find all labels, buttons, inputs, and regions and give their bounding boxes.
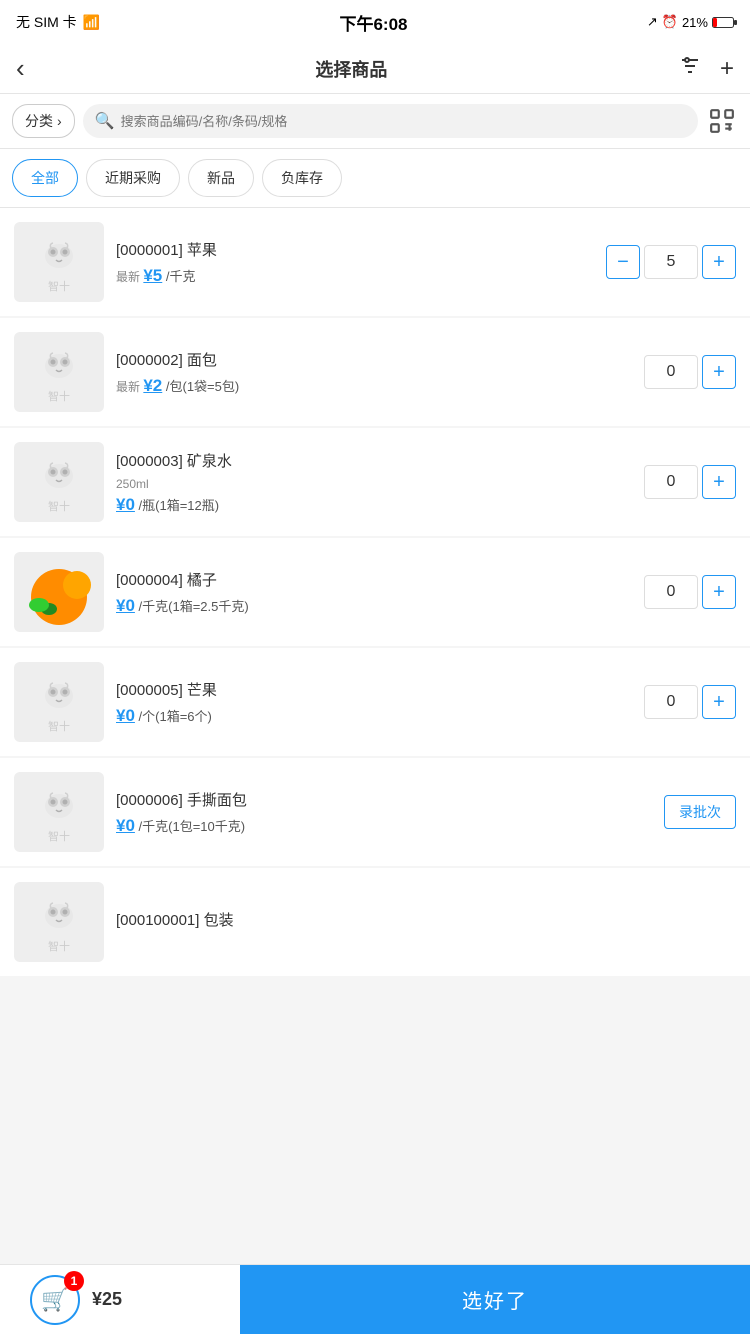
product-image <box>14 552 104 632</box>
search-icon: 🔍 <box>95 111 115 131</box>
add-icon[interactable]: + <box>720 55 734 83</box>
tab-row: 全部近期采购新品负库存 <box>0 149 750 208</box>
product-price: 最新 ¥2 /包(1袋=5包) <box>116 376 632 396</box>
product-image: 智十 <box>14 882 104 962</box>
cart-badge: 1 <box>64 1271 84 1291</box>
cart-section: 🛒 1 ¥25 <box>0 1275 240 1325</box>
status-bar: 无 SIM 卡 📶 下午6:08 ↗ ⏰ 21% <box>0 0 750 44</box>
wifi-icon: 📶 <box>83 14 100 31</box>
product-name: [0000005] 芒果 <box>116 679 632 700</box>
list-item: 智十 [0000005] 芒果 ¥0 /个(1箱=6个) + <box>0 648 750 756</box>
product-info: [0000006] 手撕面包 ¥0 /千克(1包=10千克) <box>116 789 652 836</box>
qty-increase-button[interactable]: + <box>702 245 736 279</box>
alarm-icon: ⏰ <box>662 14 678 30</box>
status-time: 下午6:08 <box>339 10 407 35</box>
product-name: [000100001] 包装 <box>116 909 736 930</box>
cart-total: ¥25 <box>92 1289 122 1310</box>
product-price: ¥0 /千克(1箱=2.5千克) <box>116 596 632 616</box>
qty-control: − + <box>606 245 736 279</box>
status-right: ↗ ⏰ 21% <box>647 14 734 30</box>
product-price: ¥0 /瓶(1箱=12瓶) <box>116 495 632 515</box>
location-icon: ↗ <box>647 14 658 30</box>
qty-control: + <box>644 575 736 609</box>
filter-icon[interactable] <box>678 54 702 84</box>
qty-input[interactable] <box>644 465 698 499</box>
qty-control: + <box>644 355 736 389</box>
filter-row: 分类 › 🔍 <box>0 94 750 149</box>
product-name: [0000002] 面包 <box>116 349 632 370</box>
scan-button[interactable] <box>706 105 738 137</box>
product-info: [0000005] 芒果 ¥0 /个(1箱=6个) <box>116 679 632 726</box>
qty-control: + <box>644 685 736 719</box>
product-spec: 250ml <box>116 477 632 491</box>
qty-increase-button[interactable]: + <box>702 355 736 389</box>
status-left: 无 SIM 卡 📶 <box>16 12 100 32</box>
category-button[interactable]: 分类 › <box>12 104 75 138</box>
product-price: ¥0 /个(1箱=6个) <box>116 706 632 726</box>
nav-bar: ‹ 选择商品 + <box>0 44 750 94</box>
back-button[interactable]: ‹ <box>16 53 25 84</box>
list-item: 智十 [0000006] 手撕面包 ¥0 /千克(1包=10千克) 录批次 <box>0 758 750 866</box>
list-item: 智十 [0000001] 苹果 最新 ¥5 /千克 − + <box>0 208 750 316</box>
product-image: 智十 <box>14 662 104 742</box>
qty-input[interactable] <box>644 685 698 719</box>
search-box[interactable]: 🔍 <box>83 104 698 138</box>
bottom-bar: 🛒 1 ¥25 选好了 <box>0 1264 750 1334</box>
product-name: [0000003] 矿泉水 <box>116 450 632 471</box>
qty-input[interactable] <box>644 245 698 279</box>
qty-increase-button[interactable]: + <box>702 465 736 499</box>
tab-近期采购[interactable]: 近期采购 <box>86 159 180 197</box>
product-image: 智十 <box>14 442 104 522</box>
product-info: [000100001] 包装 <box>116 909 736 936</box>
qty-input[interactable] <box>644 575 698 609</box>
product-info: [0000001] 苹果 最新 ¥5 /千克 <box>116 239 594 286</box>
tab-全部[interactable]: 全部 <box>12 159 78 197</box>
product-price: 最新 ¥5 /千克 <box>116 266 594 286</box>
qty-increase-button[interactable]: + <box>702 685 736 719</box>
product-info: [0000002] 面包 最新 ¥2 /包(1袋=5包) <box>116 349 632 396</box>
product-price: ¥0 /千克(1包=10千克) <box>116 816 652 836</box>
product-list: 智十 [0000001] 苹果 最新 ¥5 /千克 − + 智十 <box>0 208 750 976</box>
list-item: 智十 [000100001] 包装 <box>0 868 750 976</box>
page-title: 选择商品 <box>315 56 387 82</box>
product-name: [0000006] 手撕面包 <box>116 789 652 810</box>
nav-actions: + <box>678 54 734 84</box>
carrier-text: 无 SIM 卡 <box>16 12 77 32</box>
list-item: 智十 [0000003] 矿泉水 250ml ¥0 /瓶(1箱=12瓶) + <box>0 428 750 536</box>
battery-percent: 21% <box>682 15 708 30</box>
chevron-right-icon: › <box>57 113 62 129</box>
qty-decrease-button[interactable]: − <box>606 245 640 279</box>
batch-button[interactable]: 录批次 <box>664 795 736 829</box>
tab-负库存[interactable]: 负库存 <box>262 159 342 197</box>
list-item: 智十 [0000002] 面包 最新 ¥2 /包(1袋=5包) + <box>0 318 750 426</box>
product-image: 智十 <box>14 332 104 412</box>
search-input[interactable] <box>121 114 686 129</box>
product-info: [0000004] 橘子 ¥0 /千克(1箱=2.5千克) <box>116 569 632 616</box>
tab-新品[interactable]: 新品 <box>188 159 254 197</box>
product-name: [0000004] 橘子 <box>116 569 632 590</box>
qty-increase-button[interactable]: + <box>702 575 736 609</box>
confirm-button[interactable]: 选好了 <box>240 1265 750 1334</box>
qty-control: + <box>644 465 736 499</box>
battery-icon <box>712 17 734 28</box>
cart-icon[interactable]: 🛒 1 <box>30 1275 80 1325</box>
list-item: [0000004] 橘子 ¥0 /千克(1箱=2.5千克) + <box>0 538 750 646</box>
product-image: 智十 <box>14 222 104 302</box>
product-info: [0000003] 矿泉水 250ml ¥0 /瓶(1箱=12瓶) <box>116 450 632 515</box>
qty-input[interactable] <box>644 355 698 389</box>
product-image: 智十 <box>14 772 104 852</box>
product-name: [0000001] 苹果 <box>116 239 594 260</box>
